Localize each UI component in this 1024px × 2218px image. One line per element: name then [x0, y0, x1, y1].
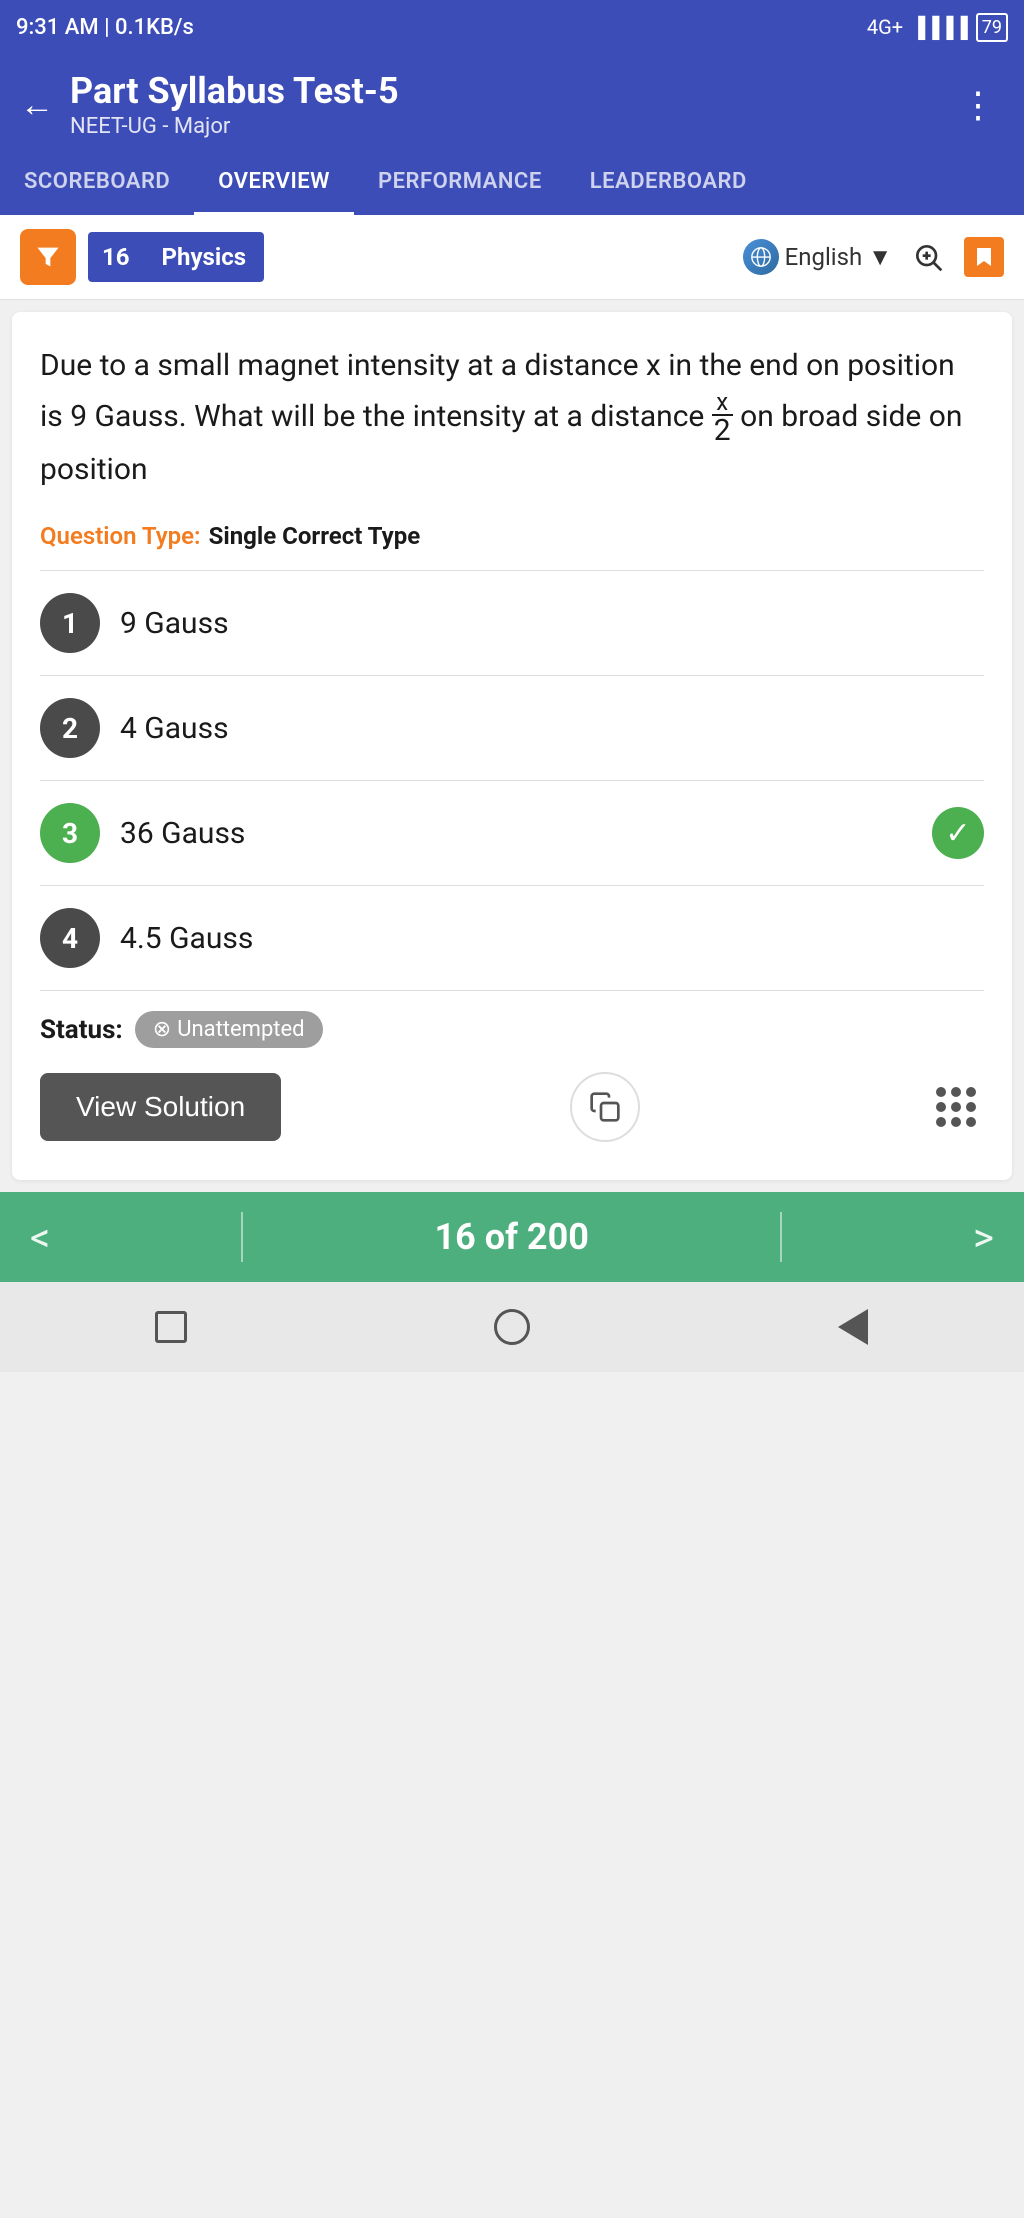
recent-apps-button[interactable] [151, 1307, 191, 1347]
network-icon: 4G+ [867, 15, 903, 39]
navigation-tabs: SCOREBOARD OVERVIEW PERFORMANCE LEADERBO… [0, 151, 1024, 215]
grid-dot [951, 1102, 961, 1112]
action-row: View Solution [40, 1058, 984, 1150]
question-toolbar: 16 Physics English ▼ [0, 215, 1024, 300]
pagination-nav: < 16 of 200 > [0, 1192, 1024, 1282]
grid-dot [966, 1087, 976, 1097]
language-selector[interactable]: English ▼ [743, 239, 892, 275]
status-icons: 4G+ ▐▐▐▐ 79 [867, 13, 1008, 42]
question-number: 16 [88, 232, 144, 282]
question-type-label: Question Type: [40, 522, 201, 550]
status-label: Status: [40, 1015, 123, 1045]
grid-menu-button[interactable] [928, 1079, 984, 1135]
grid-dot [951, 1117, 961, 1127]
more-options-button[interactable]: ⋮ [952, 80, 1004, 130]
grid-dot [936, 1102, 946, 1112]
page-indicator: 16 of 200 [435, 1216, 589, 1258]
grid-dot [966, 1102, 976, 1112]
recent-apps-icon [155, 1311, 187, 1343]
option-4-row[interactable]: 4 4.5 Gauss [40, 886, 984, 990]
bookmark-icon [972, 245, 996, 269]
option-4-text: 4.5 Gauss [120, 921, 984, 956]
tab-leaderboard[interactable]: LEADERBOARD [566, 151, 771, 215]
system-nav-bar [0, 1282, 1024, 1372]
tab-performance[interactable]: PERFORMANCE [354, 151, 566, 215]
option-1-text: 9 Gauss [120, 606, 984, 641]
prev-button[interactable]: < [30, 1214, 50, 1261]
toolbar-left: 16 Physics [20, 229, 264, 285]
option-2-row[interactable]: 2 4 Gauss [40, 676, 984, 780]
page-title: Part Syllabus Test-5 [70, 70, 399, 112]
option-2-number: 2 [40, 698, 100, 758]
tab-overview[interactable]: OVERVIEW [194, 151, 354, 215]
status-badge: ⊗ Unattempted [135, 1011, 323, 1048]
globe-svg [750, 246, 772, 268]
question-type-row: Question Type: Single Correct Type [40, 522, 984, 550]
tab-scoreboard[interactable]: SCOREBOARD [0, 151, 194, 215]
fraction-display: x 2 [712, 390, 733, 446]
question-text: Due to a small magnet intensity at a dis… [40, 342, 984, 494]
globe-icon [743, 239, 779, 275]
option-4-number: 4 [40, 908, 100, 968]
option-2-text: 4 Gauss [120, 711, 984, 746]
question-fraction: x 2 [712, 399, 740, 434]
app-header: ← Part Syllabus Test-5 NEET-UG - Major ⋮ [0, 54, 1024, 151]
filter-button[interactable] [20, 229, 76, 285]
grid-dot [951, 1087, 961, 1097]
question-badge: 16 Physics [88, 232, 264, 282]
header-left: ← Part Syllabus Test-5 NEET-UG - Major [20, 70, 399, 139]
home-button[interactable] [492, 1307, 532, 1347]
subject-name: Physics [144, 232, 265, 282]
grid-dot [966, 1117, 976, 1127]
view-solution-button[interactable]: View Solution [40, 1073, 281, 1141]
filter-icon [34, 243, 62, 271]
home-icon [494, 1309, 530, 1345]
question-type-value: Single Correct Type [209, 522, 421, 550]
nav-divider-right [780, 1212, 782, 1262]
bookmark-button[interactable] [964, 237, 1004, 277]
language-arrow-icon: ▼ [868, 243, 892, 272]
next-button[interactable]: > [973, 1214, 994, 1261]
language-label: English [785, 243, 863, 271]
back-system-button[interactable] [833, 1307, 873, 1347]
status-badge-icon: ⊗ [153, 1017, 171, 1042]
zoom-button[interactable] [908, 237, 948, 277]
status-time: 9:31 AM | 0.1KB/s [16, 15, 194, 40]
toolbar-right: English ▼ [743, 237, 1004, 277]
status-badge-text: Unattempted [177, 1017, 304, 1042]
copy-icon [589, 1091, 621, 1123]
grid-dot [936, 1117, 946, 1127]
page-subtitle: NEET-UG - Major [70, 114, 399, 139]
battery-icon: 79 [976, 13, 1008, 42]
correct-checkmark-icon: ✓ [932, 807, 984, 859]
status-row: Status: ⊗ Unattempted [40, 991, 984, 1058]
nav-divider-left [241, 1212, 243, 1262]
zoom-icon [912, 241, 944, 273]
option-3-text: 36 Gauss [120, 816, 912, 851]
option-3-number: 3 [40, 803, 100, 863]
header-title-block: Part Syllabus Test-5 NEET-UG - Major [70, 70, 399, 139]
grid-dot [936, 1087, 946, 1097]
option-1-row[interactable]: 1 9 Gauss [40, 571, 984, 675]
question-card: Due to a small magnet intensity at a dis… [12, 312, 1012, 1180]
status-bar: 9:31 AM | 0.1KB/s 4G+ ▐▐▐▐ 79 [0, 0, 1024, 54]
signal-icon: ▐▐▐▐ [911, 15, 968, 40]
copy-button[interactable] [570, 1072, 640, 1142]
option-1-number: 1 [40, 593, 100, 653]
back-button[interactable]: ← [20, 85, 54, 125]
option-3-row[interactable]: 3 36 Gauss ✓ [40, 781, 984, 885]
back-triangle-icon [838, 1309, 868, 1345]
